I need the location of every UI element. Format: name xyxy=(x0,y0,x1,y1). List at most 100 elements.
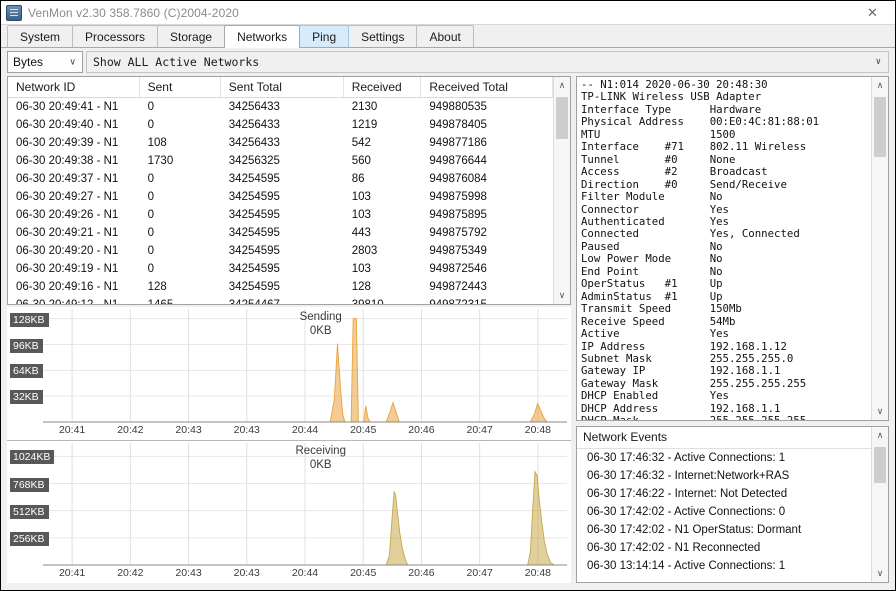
scrollbar-thumb[interactable] xyxy=(874,447,886,483)
x-axis-tick-label: 20:47 xyxy=(466,424,493,436)
y-axis-tick-label: 256KB xyxy=(10,531,49,546)
scrollbar-thumb[interactable] xyxy=(874,97,886,157)
table-cell: 949875349 xyxy=(429,245,487,257)
scroll-down-icon[interactable]: ∨ xyxy=(872,403,889,420)
table-row[interactable]: 06-30 20:49:21 - N1 0 34254595 443 949875792 xyxy=(8,224,553,242)
tab-settings[interactable]: Settings xyxy=(348,25,418,47)
scroll-down-icon[interactable]: ∨ xyxy=(554,287,571,304)
table-cell: 103 xyxy=(351,263,371,275)
details-scrollbar[interactable]: ∧ ∨ xyxy=(871,77,888,420)
chart-title: Sending xyxy=(299,311,342,323)
table-cell: 542 xyxy=(351,137,371,149)
list-item[interactable]: 06-30 17:46:22 - Internet: Not Detected xyxy=(577,485,871,503)
table-cell: 949872315 xyxy=(421,299,553,304)
y-axis-tick-label: 128KB xyxy=(10,312,49,327)
tab-bar: System Processors Storage Networks Ping Setti… xyxy=(1,25,895,48)
list-item[interactable]: 06-30 17:46:32 - Internet:Network+RAS xyxy=(577,467,871,485)
table-cell: 06-30 20:49:27 - N1 xyxy=(16,191,119,203)
table-cell: 949878405 xyxy=(429,119,487,131)
tab-system[interactable]: System xyxy=(7,25,74,47)
column-header[interactable]: Sent xyxy=(140,77,221,97)
scroll-down-icon[interactable]: ∨ xyxy=(872,565,889,582)
list-item[interactable]: 06-30 17:42:02 - N1 Reconnected xyxy=(577,539,871,557)
table-cell: 0 xyxy=(147,263,155,275)
table-row[interactable]: 06-30 20:49:26 - N1 0 34254595 103 949875895 xyxy=(8,206,553,224)
tab-label: Settings xyxy=(361,29,405,44)
units-dropdown[interactable]: Bytes ∨ xyxy=(7,51,83,73)
chart-title: Receiving xyxy=(295,445,346,457)
table-row[interactable]: 06-30 20:49:19 - N1 0 34254595 103 949872546 xyxy=(8,260,553,278)
table-cell: 39810 xyxy=(344,299,422,304)
tab-storage[interactable]: Storage xyxy=(157,25,226,47)
table-row[interactable]: 06-30 20:49:12 - N1146534254467398109498… xyxy=(8,296,553,304)
tab-label: Ping xyxy=(312,29,337,44)
detail-line: DHCP Mask 255.255.255.255 xyxy=(581,414,871,420)
scroll-up-icon[interactable]: ∧ xyxy=(554,77,571,94)
scroll-up-icon[interactable]: ∧ xyxy=(872,77,889,94)
column-header[interactable]: Network ID xyxy=(8,77,140,97)
table-cell: 34254467 xyxy=(221,299,344,304)
sending-chart[interactable]: 128KB 96KB 64KB 32KB 20:41 20:42 20:43 20:43 20:… xyxy=(7,307,571,440)
x-axis-tick-label: 20:41 xyxy=(58,567,86,579)
x-axis-tick-label: 20:46 xyxy=(408,424,435,436)
main-content: Network ID Sent Sent Total Received Received… xyxy=(1,73,895,588)
list-item[interactable]: 06-30 13:14:14 - Active Connections: 1 xyxy=(577,557,871,575)
network-filter-dropdown[interactable]: Show ALL Active Networks ∨ xyxy=(86,51,889,73)
list-item[interactable]: 06-30 17:42:02 - N1 OperStatus: Dormant xyxy=(577,521,871,539)
table-row[interactable]: 06-30 20:49:27 - N1 0 34254595 103 949875998 xyxy=(8,188,553,206)
table-cell: 34254595 xyxy=(228,191,280,203)
tab-about[interactable]: About xyxy=(416,25,474,47)
table-cell: 2130 xyxy=(351,101,378,113)
network-details-text: -- N1:014 2020-06-30 20:48:30 TP-LINK Wir… xyxy=(577,77,871,420)
list-item[interactable]: 06-30 17:46:32 - Active Connections: 1 xyxy=(577,449,871,467)
table-row[interactable]: 06-30 20:49:40 - N1 0 34256433 1219 94987840… xyxy=(8,116,553,134)
table-cell: 949875895 xyxy=(429,209,487,221)
table-cell: 86 xyxy=(351,173,365,185)
tab-ping[interactable]: Ping xyxy=(299,25,350,47)
tab-label: Networks xyxy=(237,30,288,44)
close-button[interactable]: ✕ xyxy=(850,1,895,24)
detail-line: Transmit Speed 150Mb xyxy=(581,302,742,316)
list-item[interactable]: 06-30 17:42:02 - Active Connections: 0 xyxy=(577,503,871,521)
x-axis-tick-label: 20:43 xyxy=(175,424,202,436)
table-cell: 34254595 xyxy=(228,245,280,257)
table-cell: 1465 xyxy=(140,299,221,304)
events-scrollbar[interactable]: ∧ ∨ xyxy=(871,427,888,582)
table-cell: 34254595 xyxy=(228,281,280,293)
list-rows: 06-30 20:49:41 - N1 0 34256433 2130 94988053… xyxy=(8,98,553,304)
y-axis-tick-label: 96KB xyxy=(10,338,43,353)
tab-networks[interactable]: Networks xyxy=(224,25,301,48)
table-cell: 103 xyxy=(351,191,371,203)
tab-label: About xyxy=(429,29,461,44)
scrollbar-thumb[interactable] xyxy=(556,97,568,139)
tab-processors[interactable]: Processors xyxy=(72,25,159,47)
table-cell: 0 xyxy=(147,119,155,131)
scroll-up-icon[interactable]: ∧ xyxy=(872,427,889,444)
table-cell: 128 xyxy=(351,281,371,293)
left-column: Network ID Sent Sent Total Received Received… xyxy=(7,76,571,583)
table-cell: 34254595 xyxy=(228,173,280,185)
list-header: Network ID Sent Sent Total Received Received… xyxy=(8,77,553,98)
table-row[interactable]: 06-30 20:49:16 - N1 128 34254595 128 9498724… xyxy=(8,278,553,296)
tab-label: System xyxy=(20,29,61,44)
detail-line: Physical Address 00:E0:4C:81:88:01 xyxy=(581,115,820,129)
chevron-down-icon: ∨ xyxy=(69,56,76,67)
table-cell: 06-30 20:49:19 - N1 xyxy=(16,263,119,275)
table-cell: 949875792 xyxy=(429,227,487,239)
table-cell: 128 xyxy=(147,281,167,293)
receiving-chart[interactable]: 1024KB 768KB 512KB 256KB 20:41 20:42 20:43 20:4… xyxy=(7,440,571,583)
column-header[interactable]: Received xyxy=(344,77,422,97)
table-cell: 06-30 20:49:37 - N1 xyxy=(16,173,119,185)
table-row[interactable]: 06-30 20:49:20 - N1 0 34254595 2803 94987534… xyxy=(8,242,553,260)
column-header[interactable]: Received Total xyxy=(421,77,553,97)
list-scrollbar[interactable]: ∧ ∨ xyxy=(553,77,570,304)
table-cell: 34254595 xyxy=(228,263,280,275)
network-events-title: Network Events xyxy=(577,427,871,449)
table-cell: 108 xyxy=(147,137,167,149)
column-header[interactable]: Sent Total xyxy=(221,77,344,97)
table-row[interactable]: 06-30 20:49:38 - N1 1730 34256325 560 949876… xyxy=(8,152,553,170)
table-row[interactable]: 06-30 20:49:37 - N1 0 34254595 86 949876084 xyxy=(8,170,553,188)
table-row[interactable]: 06-30 20:49:39 - N1 108 34256433 542 9498771… xyxy=(8,134,553,152)
table-row[interactable]: 06-30 20:49:41 - N1 0 34256433 2130 94988053… xyxy=(8,98,553,116)
detail-line: Gateway IP 192.168.1.1 xyxy=(581,364,781,378)
